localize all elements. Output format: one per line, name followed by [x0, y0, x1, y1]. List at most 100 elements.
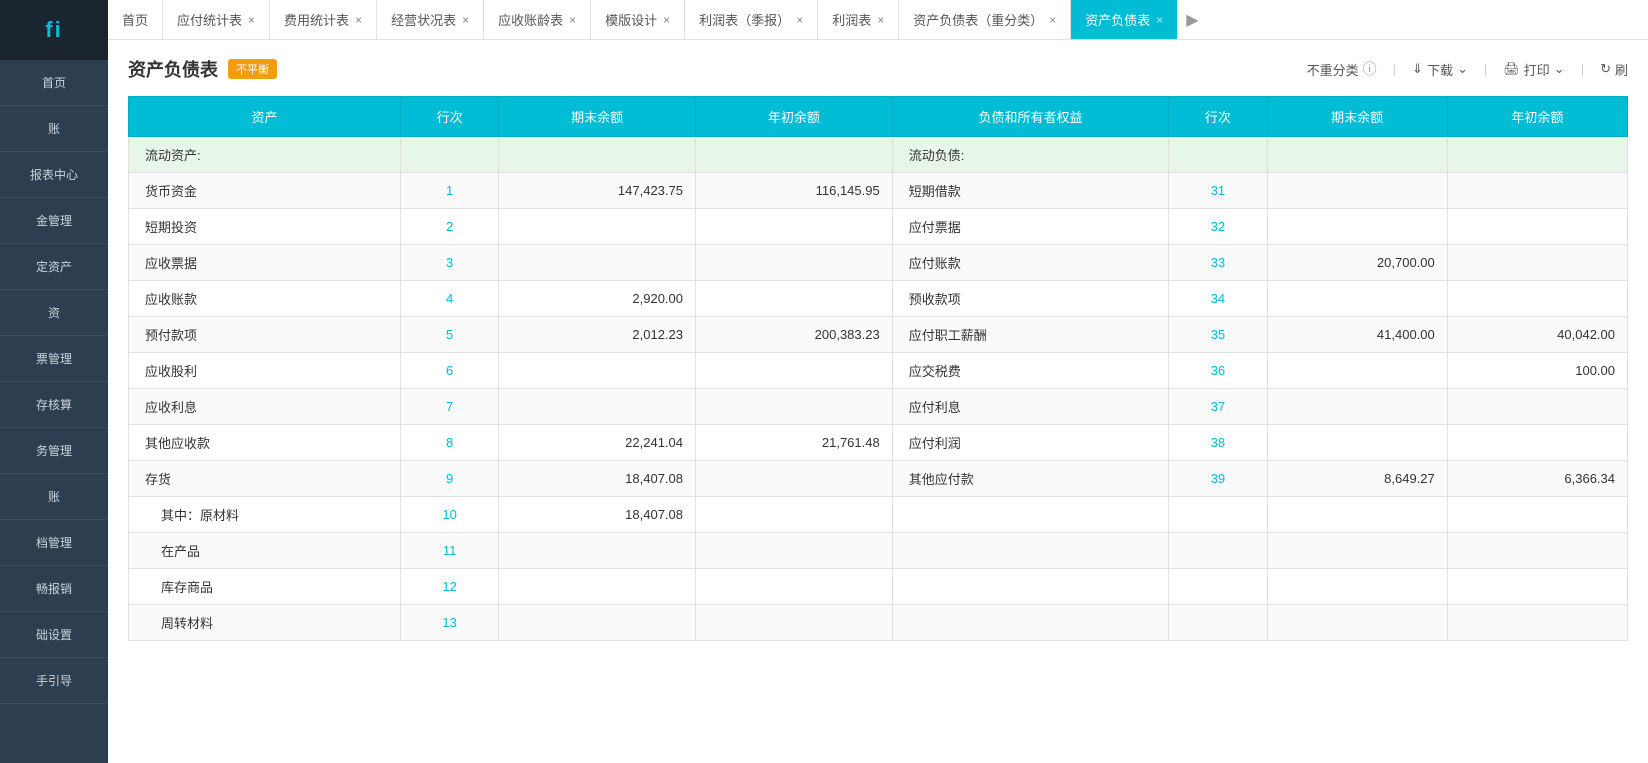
th-end-balance-right: 期末余额	[1267, 97, 1447, 137]
tab-balance-reclassify-close[interactable]: ×	[1049, 13, 1056, 27]
sidebar-item-tax[interactable]: 务管理	[0, 428, 108, 474]
page-content: 资产负债表 不平衡 不重分类 ⓘ | ⇓ 下载 ⌄ |	[108, 40, 1648, 763]
asset-other-receivable: 其他应收款	[129, 425, 401, 461]
tab-receivable-age-close[interactable]: ×	[569, 13, 576, 27]
sidebar-logo: fi	[0, 0, 108, 60]
asset-turnover-material-begin	[696, 605, 893, 641]
sidebar-item-ticket[interactable]: 票管理	[0, 336, 108, 382]
liability-interest-payable-begin	[1447, 389, 1627, 425]
refresh-label: 刷	[1615, 60, 1628, 79]
tab-balance-reclassify[interactable]: 资产负债表（重分类） ×	[899, 0, 1071, 39]
section-empty-3	[696, 137, 893, 173]
liability-other-payable-end: 8,649.27	[1267, 461, 1447, 497]
liability-empty-2	[892, 533, 1169, 569]
liability-advance-receipts-begin	[1447, 281, 1627, 317]
section-current-liabilities-label: 流动负债:	[892, 137, 1169, 173]
tab-payable-stats-close[interactable]: ×	[248, 13, 255, 27]
refresh-action[interactable]: ↻ 刷	[1600, 60, 1628, 79]
liability-begin-empty-3	[1447, 569, 1627, 605]
tab-business-label: 经营状况表	[391, 10, 456, 29]
asset-notes-receivable-begin	[696, 245, 893, 281]
liability-tax-payable-begin: 100.00	[1447, 353, 1627, 389]
liability-empty-4	[892, 605, 1169, 641]
tab-home[interactable]: 首页	[108, 0, 163, 39]
row-num-3: 3	[400, 245, 498, 281]
asset-inventory: 存货	[129, 461, 401, 497]
asset-other-receivable-end: 22,241.04	[499, 425, 696, 461]
liability-empty-1	[892, 497, 1169, 533]
tab-profit-close[interactable]: ×	[877, 13, 884, 27]
tab-scroll-right[interactable]: ▶	[1178, 0, 1206, 39]
page-title: 资产负债表	[128, 56, 218, 82]
asset-cash: 货币资金	[129, 173, 401, 209]
liability-advance-receipts: 预收款项	[892, 281, 1169, 317]
sidebar-item-settings[interactable]: 础设置	[0, 612, 108, 658]
liability-end-empty-4	[1267, 605, 1447, 641]
sidebar-item-archive[interactable]: 档管理	[0, 520, 108, 566]
liability-notes-payable: 应付票据	[892, 209, 1169, 245]
liability-other-payable: 其他应付款	[892, 461, 1169, 497]
liability-notes-payable-end	[1267, 209, 1447, 245]
sidebar-item-book[interactable]: 账	[0, 474, 108, 520]
tab-business-close[interactable]: ×	[462, 13, 469, 27]
row-num-35: 35	[1169, 317, 1267, 353]
tab-profit[interactable]: 利润表 ×	[818, 0, 899, 39]
tab-payable-stats[interactable]: 应付统计表 ×	[163, 0, 270, 39]
print-chevron-icon: ⌄	[1554, 61, 1565, 77]
asset-inventory-end: 18,407.08	[499, 461, 696, 497]
sidebar-item-invest[interactable]: 资	[0, 290, 108, 336]
asset-inventory-begin	[696, 461, 893, 497]
tab-business[interactable]: 经营状况表 ×	[377, 0, 484, 39]
sidebar-item-guide[interactable]: 手引导	[0, 658, 108, 704]
liability-end-empty-3	[1267, 569, 1447, 605]
liability-staff-payable-end: 41,400.00	[1267, 317, 1447, 353]
row-num-9: 9	[400, 461, 498, 497]
tab-profit-quarter[interactable]: 利润表（季报） ×	[685, 0, 818, 39]
table-row: 其他应收款 8 22,241.04 21,761.48 应付利润 38	[129, 425, 1628, 461]
asset-accounts-receivable-end: 2,920.00	[499, 281, 696, 317]
help-icon[interactable]: ⓘ	[1363, 59, 1377, 79]
sidebar-item-asset[interactable]: 定资产	[0, 244, 108, 290]
sidebar-item-report[interactable]: 报表中心	[0, 152, 108, 198]
asset-interest-receivable-end	[499, 389, 696, 425]
sidebar-item-inventory[interactable]: 存核算	[0, 382, 108, 428]
asset-cash-end: 147,423.75	[499, 173, 696, 209]
sidebar-item-home[interactable]: 首页	[0, 60, 108, 106]
asset-raw-material-end: 18,407.08	[499, 497, 696, 533]
asset-dividends-receivable-end	[499, 353, 696, 389]
liability-end-empty-2	[1267, 533, 1447, 569]
sidebar-item-expense[interactable]: 畅报销	[0, 566, 108, 612]
download-icon: ⇓	[1412, 61, 1423, 77]
print-action[interactable]: 🖨 打印 ⌄	[1503, 60, 1564, 79]
sidebar-item-fund[interactable]: 金管理	[0, 198, 108, 244]
download-action[interactable]: ⇓ 下载 ⌄	[1412, 60, 1468, 79]
tab-template-design-label: 模版设计	[605, 10, 657, 29]
asset-finished-goods-begin	[696, 569, 893, 605]
tab-template-design[interactable]: 模版设计 ×	[591, 0, 685, 39]
tab-home-label: 首页	[122, 10, 148, 29]
tab-expense-stats-close[interactable]: ×	[355, 13, 362, 27]
liability-other-payable-begin: 6,366.34	[1447, 461, 1627, 497]
sidebar-item-account[interactable]: 账	[0, 106, 108, 152]
tab-expense-stats[interactable]: 费用统计表 ×	[270, 0, 377, 39]
tab-balance-reclassify-label: 资产负债表（重分类）	[913, 10, 1043, 29]
tab-balance[interactable]: 资产负债表 ×	[1071, 0, 1178, 39]
table-row: 周转材料 13	[129, 605, 1628, 641]
action-divider-1: |	[1393, 62, 1396, 77]
sidebar: fi 首页 账 报表中心 金管理 定资产 资 票管理 存核算 务管理 账 档管理…	[0, 0, 108, 763]
row-num-33: 33	[1169, 245, 1267, 281]
asset-short-invest: 短期投资	[129, 209, 401, 245]
row-num-11: 11	[400, 533, 498, 569]
th-asset: 资产	[129, 97, 401, 137]
tab-receivable-age[interactable]: 应收账龄表 ×	[484, 0, 591, 39]
row-num-2: 2	[400, 209, 498, 245]
tab-receivable-age-label: 应收账龄表	[498, 10, 563, 29]
row-num-4: 4	[400, 281, 498, 317]
asset-raw-material-begin	[696, 497, 893, 533]
tab-template-design-close[interactable]: ×	[663, 13, 670, 27]
tab-balance-close[interactable]: ×	[1156, 13, 1163, 27]
tab-profit-quarter-close[interactable]: ×	[796, 13, 803, 27]
liability-profit-payable-begin	[1447, 425, 1627, 461]
row-num-12: 12	[400, 569, 498, 605]
classify-action[interactable]: 不重分类 ⓘ	[1307, 59, 1377, 79]
